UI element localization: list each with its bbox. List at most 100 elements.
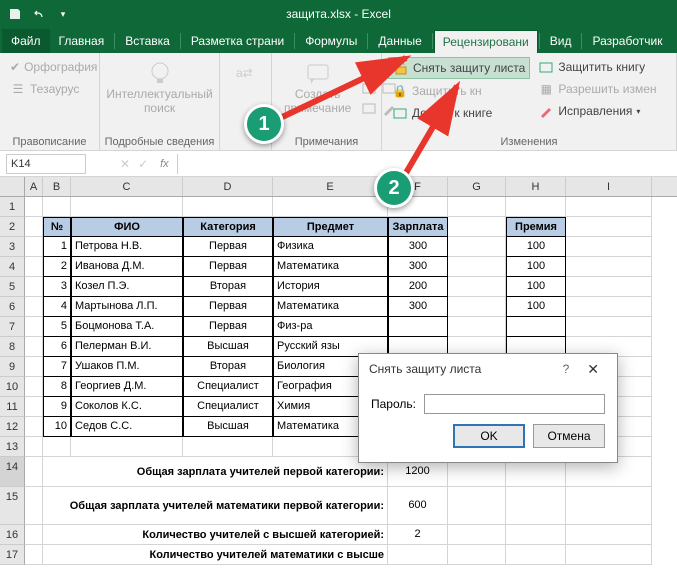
cell[interactable] [566, 217, 652, 237]
tab-Вид[interactable]: Вид [541, 29, 581, 53]
tab-Рецензировани[interactable]: Рецензировани [434, 30, 538, 53]
cell[interactable] [25, 377, 43, 397]
name-box[interactable]: K14 [6, 154, 86, 174]
cell[interactable]: Вторая [183, 277, 273, 297]
cell[interactable]: Георгиев Д.М. [71, 377, 183, 397]
cell[interactable]: 300 [388, 237, 448, 257]
col-header[interactable]: C [71, 177, 183, 196]
cell[interactable] [448, 297, 506, 317]
cell[interactable] [71, 437, 183, 457]
cell[interactable] [71, 197, 183, 217]
summary-value[interactable]: 600 [388, 487, 448, 525]
cell[interactable] [25, 197, 43, 217]
cell[interactable]: Первая [183, 297, 273, 317]
row-header[interactable]: 5 [0, 277, 25, 297]
cell[interactable] [566, 237, 652, 257]
summary-label[interactable]: Количество учителей с высшей категорией: [43, 525, 388, 545]
qat-dropdown-icon[interactable]: ▾ [52, 3, 74, 25]
thesaurus-button[interactable]: ☰Тезаурус [6, 79, 93, 99]
cell[interactable] [25, 257, 43, 277]
col-header[interactable]: B [43, 177, 71, 196]
summary-label[interactable]: Общая зарплата учителей математики перво… [43, 487, 388, 525]
cell[interactable]: Физика [273, 237, 388, 257]
cell[interactable]: Специалист [183, 397, 273, 417]
password-input[interactable] [424, 394, 605, 414]
row-header[interactable]: 3 [0, 237, 25, 257]
row-header[interactable]: 14 [0, 457, 25, 487]
cell[interactable] [25, 525, 43, 545]
cell[interactable]: Боцмонова Т.А. [71, 317, 183, 337]
cell[interactable]: История [273, 277, 388, 297]
row-header[interactable]: 1 [0, 197, 25, 217]
cell[interactable]: 300 [388, 257, 448, 277]
select-all-corner[interactable] [0, 177, 25, 196]
cell[interactable]: Высшая [183, 417, 273, 437]
protect-share-button[interactable]: Защитить книгу [534, 57, 660, 77]
cell[interactable] [566, 317, 652, 337]
cell[interactable] [448, 525, 506, 545]
cell[interactable]: Физ-ра [273, 317, 388, 337]
cell[interactable]: 100 [506, 237, 566, 257]
undo-icon[interactable] [28, 3, 50, 25]
cell[interactable] [25, 545, 43, 565]
col-header[interactable]: E [273, 177, 388, 196]
help-icon[interactable]: ? [553, 362, 580, 376]
save-icon[interactable] [4, 3, 26, 25]
cell[interactable] [25, 317, 43, 337]
summary-value[interactable] [388, 545, 448, 565]
summary-label[interactable]: Общая зарплата учителей первой категории… [43, 457, 388, 487]
cell[interactable]: ФИО [71, 217, 183, 237]
cell[interactable]: 300 [388, 297, 448, 317]
row-header[interactable]: 12 [0, 417, 25, 437]
smart-lookup-button[interactable]: Интеллектуальный поиск [106, 57, 213, 117]
allow-edit-ranges-button[interactable]: ▦Разрешить измен [534, 79, 660, 99]
cell[interactable]: 7 [43, 357, 71, 377]
cell[interactable] [506, 317, 566, 337]
cancel-icon[interactable]: ✕ [116, 157, 134, 171]
cell[interactable]: Первая [183, 317, 273, 337]
col-header[interactable]: D [183, 177, 273, 196]
cancel-button[interactable]: Отмена [533, 424, 605, 448]
cell[interactable]: 5 [43, 317, 71, 337]
tab-Разработчик[interactable]: Разработчик [583, 29, 671, 53]
cell[interactable]: Специалист [183, 377, 273, 397]
summary-value[interactable]: 2 [388, 525, 448, 545]
row-header[interactable]: 16 [0, 525, 25, 545]
cell[interactable] [273, 197, 388, 217]
cell[interactable]: Вторая [183, 357, 273, 377]
cell[interactable] [448, 545, 506, 565]
cell[interactable] [566, 545, 652, 565]
cell[interactable]: 8 [43, 377, 71, 397]
cell[interactable]: Математика [273, 297, 388, 317]
cell[interactable]: Первая [183, 257, 273, 277]
enter-icon[interactable]: ✓ [134, 157, 152, 171]
cell[interactable]: № [43, 217, 71, 237]
cell[interactable] [25, 417, 43, 437]
row-header[interactable]: 15 [0, 487, 25, 525]
cell[interactable] [448, 217, 506, 237]
cell[interactable] [25, 487, 43, 525]
cell[interactable] [25, 297, 43, 317]
cell[interactable] [43, 197, 71, 217]
cell[interactable]: 10 [43, 417, 71, 437]
cell[interactable]: 100 [506, 257, 566, 277]
cell[interactable]: 3 [43, 277, 71, 297]
cell[interactable] [448, 197, 506, 217]
row-header[interactable]: 6 [0, 297, 25, 317]
cell[interactable] [25, 437, 43, 457]
tab-Главная[interactable]: Главная [50, 29, 114, 53]
close-icon[interactable]: ✕ [579, 361, 607, 378]
cell[interactable] [506, 545, 566, 565]
cell[interactable]: 2 [43, 257, 71, 277]
track-changes-button[interactable]: Исправления ▾ [534, 101, 660, 121]
cell[interactable] [566, 197, 652, 217]
cell[interactable]: Соколов К.С. [71, 397, 183, 417]
row-header[interactable]: 7 [0, 317, 25, 337]
cell[interactable] [183, 437, 273, 457]
cell[interactable] [388, 317, 448, 337]
spelling-button[interactable]: ✔Орфография [6, 57, 93, 77]
col-header[interactable]: A [25, 177, 43, 196]
cell[interactable] [448, 487, 506, 525]
cell[interactable] [25, 457, 43, 487]
tab-file[interactable]: Файл [2, 29, 50, 53]
